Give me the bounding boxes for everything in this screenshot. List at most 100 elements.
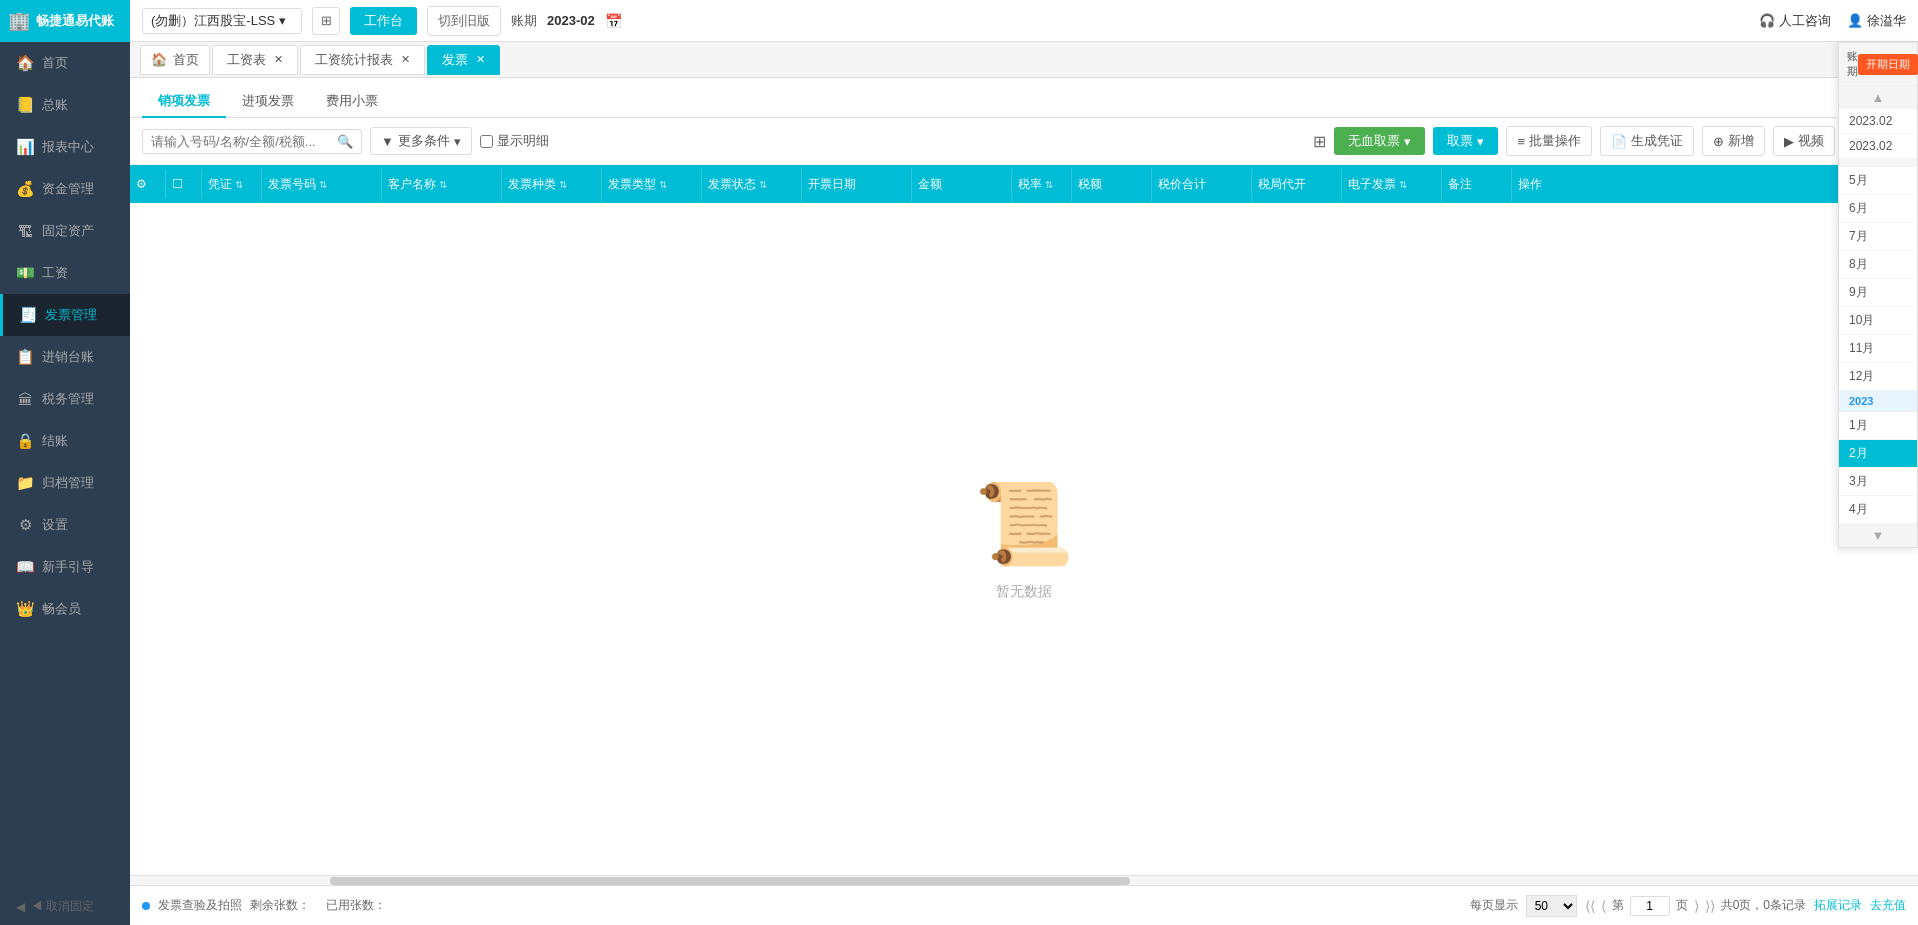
filter-more-btn[interactable]: ▼ 更多条件 ▾ xyxy=(370,127,472,155)
period-item-7[interactable]: 7月 xyxy=(1839,223,1917,251)
grid-view-icon[interactable]: ⊞ xyxy=(1313,132,1326,151)
tab-salary-table[interactable]: 工资表 ✕ xyxy=(212,45,298,75)
period-item-2023-1[interactable]: 1月 xyxy=(1839,412,1917,440)
sidebar-item-member[interactable]: 👑 畅会员 xyxy=(0,588,130,630)
subtab-expense-receipts[interactable]: 费用小票 xyxy=(310,86,394,118)
period-item-2023-02-b[interactable]: 2023.02 xyxy=(1839,134,1917,159)
sidebar-item-funds[interactable]: 💰 资金管理 xyxy=(0,168,130,210)
th-date[interactable]: 开票日期 xyxy=(802,168,912,201)
table-scrollbar[interactable] xyxy=(130,875,1918,885)
last-page-btn[interactable]: ⟩⟩ xyxy=(1705,898,1715,914)
video-btn[interactable]: ▶ 视频 xyxy=(1773,126,1835,156)
tab-salary-stats-close[interactable]: ✕ xyxy=(401,53,410,66)
period-item-2023-02-a[interactable]: 2023.02 xyxy=(1839,109,1917,134)
sidebar-item-ledger[interactable]: 📒 总账 xyxy=(0,84,130,126)
sidebar-item-tax[interactable]: 🏛 税务管理 xyxy=(0,378,130,420)
period-item-11[interactable]: 11月 xyxy=(1839,335,1917,363)
sidebar-item-closing[interactable]: 🔒 结账 xyxy=(0,420,130,462)
th-checkbox[interactable]: ☐ xyxy=(166,169,202,199)
support-btn[interactable]: 🎧 人工咨询 xyxy=(1759,12,1831,30)
period-item-2023-4[interactable]: 4月 xyxy=(1839,496,1917,524)
workbench-button[interactable]: 工作台 xyxy=(350,7,417,35)
th-invoice-type1[interactable]: 发票种类 ⇅ xyxy=(502,168,602,201)
tab-home[interactable]: 🏠 首页 xyxy=(140,45,210,75)
page-input[interactable] xyxy=(1630,896,1670,916)
th-invoice-type2[interactable]: 发票类型 ⇅ xyxy=(602,168,702,201)
user-avatar[interactable]: 👤 徐溢华 xyxy=(1847,12,1906,30)
subtab-sales-invoice[interactable]: 销项发票 xyxy=(142,86,226,118)
sidebar-item-assets[interactable]: 🏗 固定资产 xyxy=(0,210,130,252)
period-item-10[interactable]: 10月 xyxy=(1839,307,1917,335)
tab-salary-stats[interactable]: 工资统计报表 ✕ xyxy=(300,45,425,75)
filter-icon: ▼ xyxy=(381,134,394,149)
show-detail-label[interactable]: 显示明细 xyxy=(480,132,549,150)
period-item-9[interactable]: 9月 xyxy=(1839,279,1917,307)
recharge-link[interactable]: 去充值 xyxy=(1870,897,1906,914)
no-take-btn[interactable]: 无血取票 ▾ xyxy=(1334,127,1425,155)
show-detail-checkbox[interactable] xyxy=(480,135,493,148)
th-electronic[interactable]: 电子发票 ⇅ xyxy=(1342,168,1442,201)
period-item-5[interactable]: 5月 xyxy=(1839,167,1917,195)
tab-invoice-close[interactable]: ✕ xyxy=(476,53,485,66)
period-scroll-up[interactable]: ▲ xyxy=(1839,86,1917,109)
company-icon-btn[interactable]: ⊞ xyxy=(312,7,340,35)
tab-salary-close[interactable]: ✕ xyxy=(274,53,283,66)
period-item-12[interactable]: 12月 xyxy=(1839,363,1917,391)
expand-record-link[interactable]: 拓展记录 xyxy=(1814,897,1862,914)
sidebar-item-guide[interactable]: 📖 新手引导 xyxy=(0,546,130,588)
ledger-icon: 📒 xyxy=(16,96,34,114)
sidebar-item-reports[interactable]: 📊 报表中心 xyxy=(0,126,130,168)
sort-icon: ⇅ xyxy=(1399,179,1407,190)
sidebar-item-salary[interactable]: 💵 工资 xyxy=(0,252,130,294)
sidebar-item-invoice[interactable]: 🧾 发票管理 xyxy=(0,294,130,336)
th-tax-total[interactable]: 税价合计 xyxy=(1152,168,1252,201)
period-item-8[interactable]: 8月 xyxy=(1839,251,1917,279)
sidebar-item-sales[interactable]: 📋 进销台账 xyxy=(0,336,130,378)
gen-voucher-btn[interactable]: 📄 生成凭证 xyxy=(1600,126,1694,156)
batch-ops-btn[interactable]: ≡ 批量操作 xyxy=(1506,126,1592,156)
th-invoice-status[interactable]: 发票状态 ⇅ xyxy=(702,168,802,201)
company-selector[interactable]: (勿删）江西股宝-LSS ▾ xyxy=(142,8,302,34)
search-box[interactable]: 🔍 xyxy=(142,129,362,154)
period-item-2023-3[interactable]: 3月 xyxy=(1839,468,1917,496)
batch-ops-label: 批量操作 xyxy=(1529,132,1581,150)
sort-icon: ⇅ xyxy=(319,179,327,190)
open-period-btn[interactable]: 开期日期 xyxy=(1858,54,1918,75)
per-page-select[interactable]: 50 100 200 xyxy=(1526,895,1577,917)
voucher-icon: 📄 xyxy=(1611,134,1627,149)
th-tax-bureau[interactable]: 税局代开 xyxy=(1252,168,1342,201)
th-tax-rate[interactable]: 税率 ⇅ xyxy=(1012,168,1072,201)
app-name: 畅捷通易代账 xyxy=(36,12,114,30)
th-settings[interactable]: ⚙ xyxy=(130,169,166,199)
th-amount[interactable]: 金额 xyxy=(912,168,1012,201)
th-voucher[interactable]: 凭证 ⇅ xyxy=(202,168,262,201)
prev-page-btn[interactable]: ⟨ xyxy=(1601,898,1606,914)
th-customer[interactable]: 客户名称 ⇅ xyxy=(382,168,502,201)
sidebar-item-home[interactable]: 🏠 首页 xyxy=(0,42,130,84)
th-invoice-no[interactable]: 发票号码 ⇅ xyxy=(262,168,382,201)
sidebar-collapse-btn[interactable]: ◀ ◀ 取消固定 xyxy=(0,888,130,925)
collapse-icon: ◀ xyxy=(16,900,25,914)
period-item-6[interactable]: 6月 xyxy=(1839,195,1917,223)
tab-invoice[interactable]: 发票 ✕ xyxy=(427,45,500,75)
person-icon: 👤 xyxy=(1847,13,1863,28)
th-remarks[interactable]: 备注 xyxy=(1442,168,1512,201)
period-item-2023-2[interactable]: 2月 xyxy=(1839,440,1917,468)
search-input[interactable] xyxy=(151,134,331,149)
new-btn[interactable]: ⊕ 新增 xyxy=(1702,126,1765,156)
sidebar-item-archive[interactable]: 📁 归档管理 xyxy=(0,462,130,504)
scrollbar-thumb[interactable] xyxy=(330,877,1130,885)
first-page-btn[interactable]: ⟨⟨ xyxy=(1585,898,1595,914)
sidebar-item-settings[interactable]: ⚙ 设置 xyxy=(0,504,130,546)
sidebar-item-label: 畅会员 xyxy=(42,600,81,618)
subtab-purchase-invoice[interactable]: 进项发票 xyxy=(226,86,310,118)
take-btn[interactable]: 取票 ▾ xyxy=(1433,127,1498,155)
th-tax-amount[interactable]: 税额 xyxy=(1072,168,1152,201)
empty-text: 暂无数据 xyxy=(996,583,1052,601)
next-page-btn[interactable]: ⟩ xyxy=(1694,898,1699,914)
guide-icon: 📖 xyxy=(16,558,34,576)
logo-icon: 🏢 xyxy=(8,10,30,32)
period-dropdown: 账期 开期日期 ▲ 2023.02 2023.02 5月 6月 7月 8月 9月… xyxy=(1838,42,1918,548)
period-scroll-down[interactable]: ▼ xyxy=(1839,524,1917,547)
switch-old-button[interactable]: 切到旧版 xyxy=(427,6,501,36)
